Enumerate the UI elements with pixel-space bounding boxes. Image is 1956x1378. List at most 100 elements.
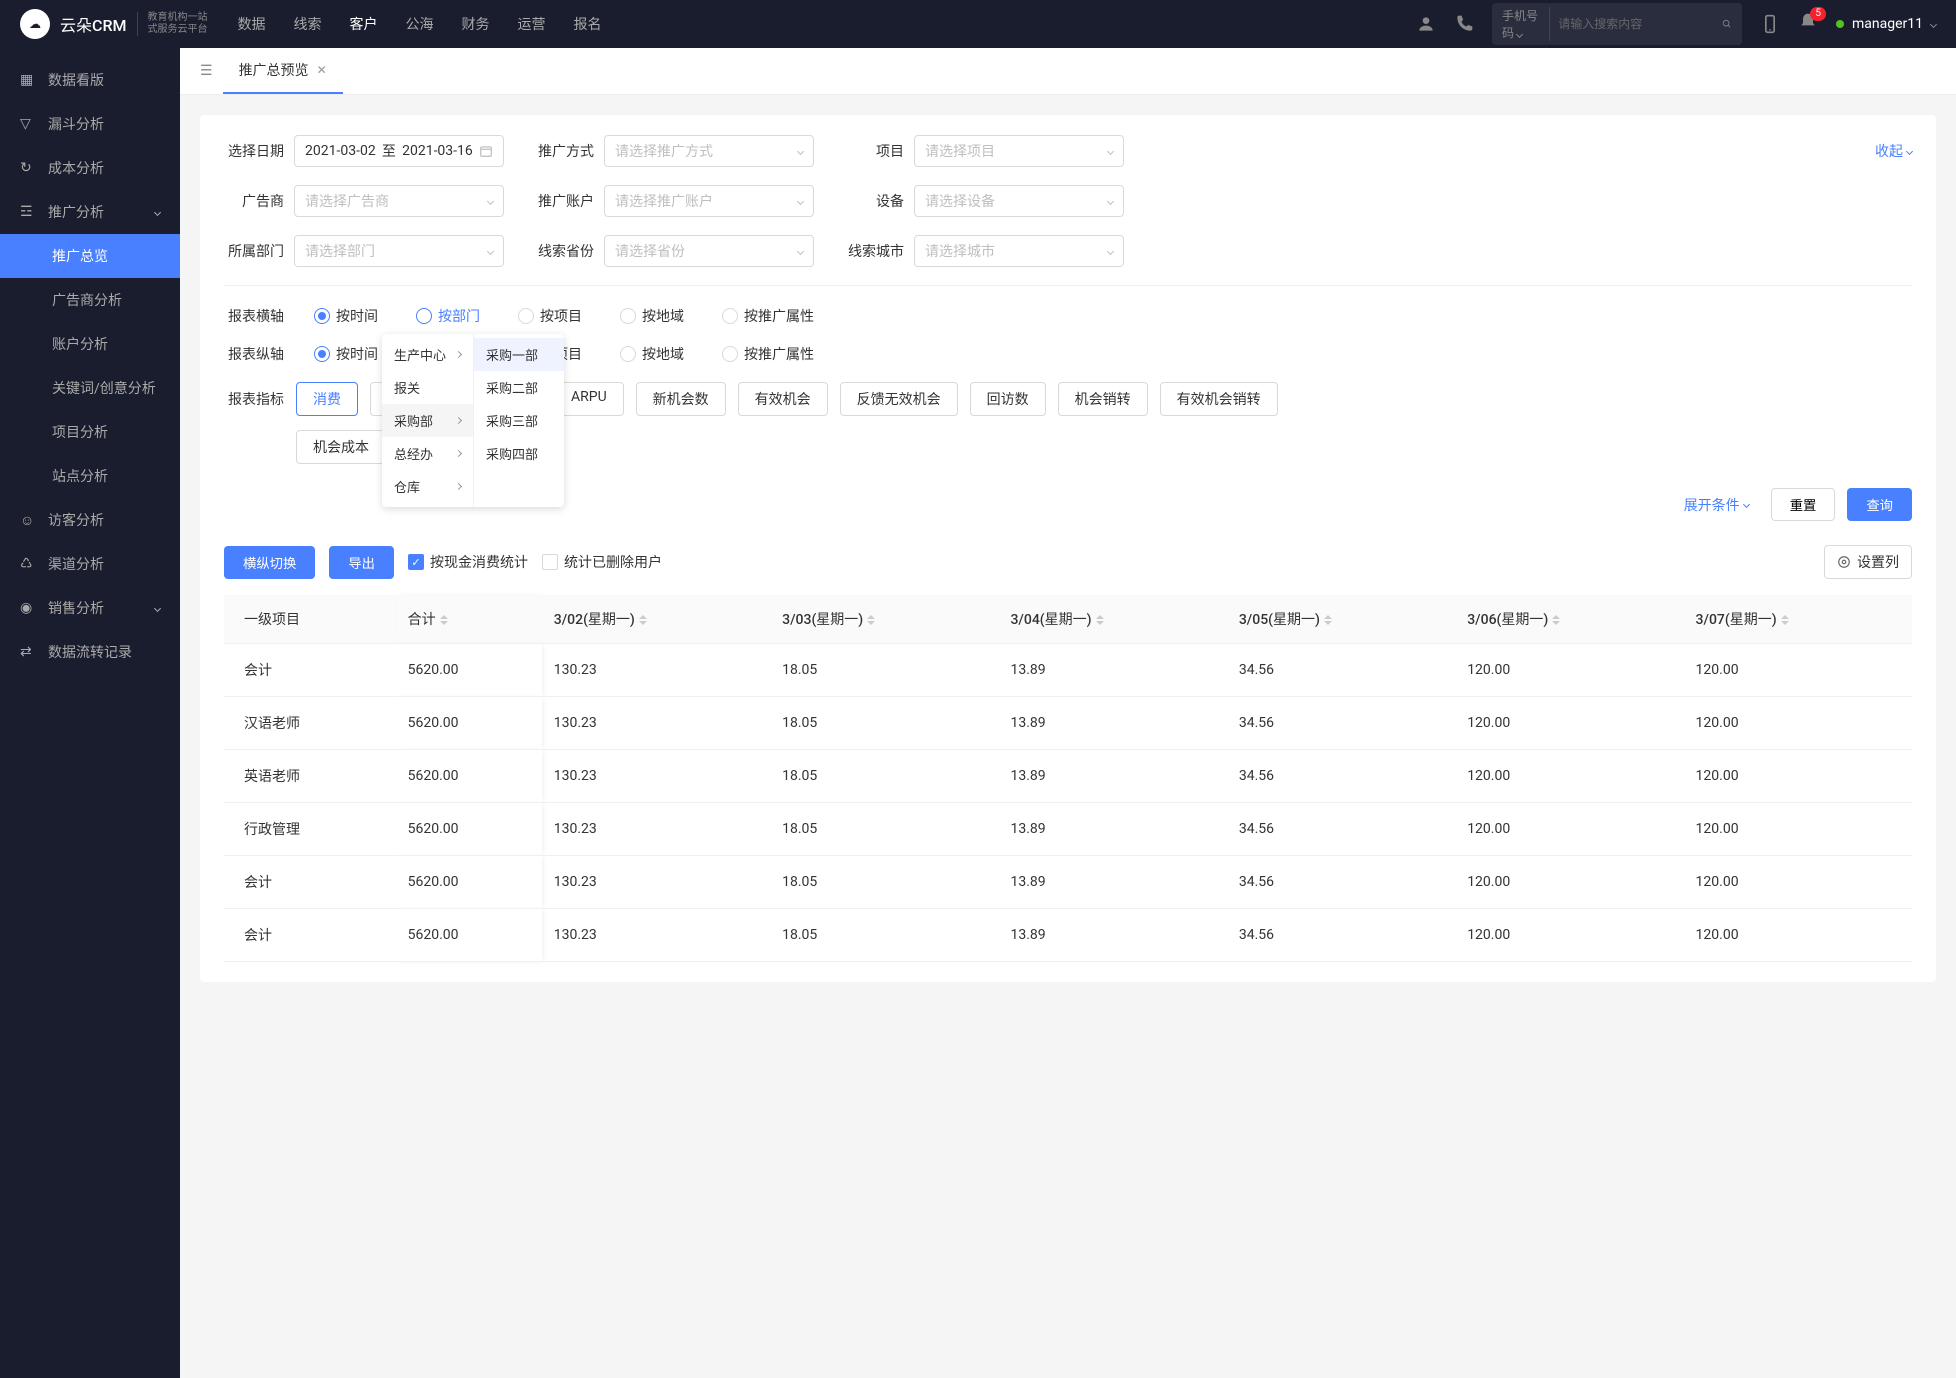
radio-horiz-radios-2[interactable]: 按项目: [518, 306, 582, 326]
dropdown-item[interactable]: 采购二部: [474, 371, 564, 404]
table-header[interactable]: 一级项目: [224, 595, 396, 644]
gear-icon: [1837, 555, 1851, 569]
dropdown-item[interactable]: 总经办: [382, 437, 473, 470]
province-label: 线索省份: [534, 241, 594, 261]
sidebar-sub-3-0[interactable]: 推广总览: [0, 234, 180, 278]
reset-button[interactable]: 重置: [1771, 488, 1836, 521]
metric-tag[interactable]: 有效机会: [738, 382, 828, 416]
table-row: 行政管理5620.00130.2318.0513.8934.56120.0012…: [224, 803, 1912, 856]
radio-horiz-radios-4[interactable]: 按推广属性: [722, 306, 814, 326]
phone-icon[interactable]: [1454, 14, 1474, 34]
table-cell: 130.23: [542, 803, 770, 856]
table-cell: 130.23: [542, 697, 770, 750]
metric-tag[interactable]: ARPU: [554, 382, 624, 416]
project-select[interactable]: 请选择项目: [914, 135, 1124, 167]
dropdown-item[interactable]: 采购三部: [474, 404, 564, 437]
province-select[interactable]: 请选择省份: [604, 235, 814, 267]
sidebar-sub-3-4[interactable]: 项目分析: [0, 410, 180, 454]
dropdown-item[interactable]: 仓库: [382, 470, 473, 503]
table-header[interactable]: 3/04(星期一): [998, 595, 1226, 644]
search-icon[interactable]: [1722, 17, 1732, 31]
metric-tag[interactable]: 回访数: [970, 382, 1046, 416]
dropdown-item[interactable]: 采购一部: [474, 338, 564, 371]
cash-stat-checkbox[interactable]: ✓ 按现金消费统计: [408, 552, 528, 572]
sidebar-item-3[interactable]: ☲推广分析: [0, 190, 180, 234]
sidebar-sub-3-5[interactable]: 站点分析: [0, 454, 180, 498]
user-menu[interactable]: manager11: [1836, 16, 1936, 32]
mobile-icon[interactable]: [1760, 14, 1780, 34]
chevron-right-icon: [455, 417, 462, 424]
radio-vert-radios-0[interactable]: 按时间: [314, 344, 378, 364]
radio-horiz-radios-0[interactable]: 按时间: [314, 306, 378, 326]
logo: ☁ 云朵CRM 教育机构一站 式服务云平台: [20, 9, 208, 39]
chevron-down-icon: [797, 147, 804, 154]
deleted-stat-checkbox[interactable]: 统计已删除用户: [542, 552, 662, 572]
radio-horiz-radios-3[interactable]: 按地域: [620, 306, 684, 326]
dropdown-item[interactable]: 生产中心: [382, 338, 473, 371]
dropdown-item[interactable]: 采购部: [382, 404, 473, 437]
radio-icon: [314, 308, 330, 324]
metric-tag[interactable]: 机会销转: [1058, 382, 1148, 416]
table-header[interactable]: 3/05(星期一): [1227, 595, 1455, 644]
method-select[interactable]: 请选择推广方式: [604, 135, 814, 167]
table-cell: 34.56: [1227, 644, 1455, 697]
radio-horiz-radios-1[interactable]: 按部门: [416, 306, 480, 326]
sidebar-sub-3-2[interactable]: 账户分析: [0, 322, 180, 366]
sidebar-item-5[interactable]: ♺渠道分析: [0, 542, 180, 586]
table-header[interactable]: 合计: [396, 595, 542, 644]
city-select[interactable]: 请选择城市: [914, 235, 1124, 267]
query-button[interactable]: 查询: [1847, 488, 1912, 521]
account-select[interactable]: 请选择推广账户: [604, 185, 814, 217]
nav-item-2[interactable]: 客户: [350, 14, 378, 34]
export-button[interactable]: 导出: [329, 546, 394, 579]
dept-select[interactable]: 请选择部门: [294, 235, 504, 267]
radio-vert-radios-4[interactable]: 按推广属性: [722, 344, 814, 364]
radio-vert-radios-3[interactable]: 按地域: [620, 344, 684, 364]
sidebar-toggle[interactable]: ☰: [190, 53, 223, 89]
table-cell: 行政管理: [224, 803, 396, 856]
sidebar-item-7[interactable]: ⇄数据流转记录: [0, 630, 180, 674]
sidebar-sub-3-3[interactable]: 关键词/创意分析: [0, 366, 180, 410]
dropdown-item[interactable]: 报关: [382, 371, 473, 404]
notification-badge[interactable]: 5: [1798, 12, 1818, 36]
sort-icon: [440, 615, 448, 625]
metric-tag[interactable]: 有效机会销转: [1160, 382, 1278, 416]
promo-icon: ☲: [20, 204, 36, 220]
advertiser-select[interactable]: 请选择广告商: [294, 185, 504, 217]
sidebar-sub-3-1[interactable]: 广告商分析: [0, 278, 180, 322]
sidebar-item-2[interactable]: ↻成本分析: [0, 146, 180, 190]
nav-item-3[interactable]: 公海: [406, 14, 434, 34]
nav-item-1[interactable]: 线索: [294, 14, 322, 34]
metric-tag[interactable]: 机会成本: [296, 430, 386, 464]
metric-tag[interactable]: 反馈无效机会: [840, 382, 958, 416]
dropdown-item[interactable]: 采购四部: [474, 437, 564, 470]
table-header[interactable]: 3/07(星期一): [1684, 595, 1912, 644]
nav-item-5[interactable]: 运营: [518, 14, 546, 34]
sidebar-item-0[interactable]: ▦数据看版: [0, 58, 180, 102]
column-settings-button[interactable]: 设置列: [1824, 545, 1912, 579]
sidebar-item-4[interactable]: ☺访客分析: [0, 498, 180, 542]
sidebar: ▦数据看版▽漏斗分析↻成本分析☲推广分析推广总览广告商分析账户分析关键词/创意分…: [0, 48, 180, 1378]
sidebar-item-1[interactable]: ▽漏斗分析: [0, 102, 180, 146]
nav-item-6[interactable]: 报名: [574, 14, 602, 34]
user-icon[interactable]: [1416, 14, 1436, 34]
table-header[interactable]: 3/02(星期一): [542, 595, 770, 644]
table-header[interactable]: 3/03(星期一): [770, 595, 998, 644]
metric-tag[interactable]: 消费: [296, 382, 358, 416]
sort-icon: [1552, 615, 1560, 625]
collapse-link[interactable]: 收起: [1875, 141, 1912, 161]
date-range-input[interactable]: 2021-03-02 至 2021-03-16: [294, 135, 504, 167]
nav-item-0[interactable]: 数据: [238, 14, 266, 34]
nav-item-4[interactable]: 财务: [462, 14, 490, 34]
search-type[interactable]: 手机号码: [1502, 7, 1550, 41]
device-select[interactable]: 请选择设备: [914, 185, 1124, 217]
search-input[interactable]: [1550, 15, 1722, 33]
tab-overview[interactable]: 推广总预览 ✕: [223, 48, 343, 94]
expand-conditions-link[interactable]: 展开条件: [1684, 495, 1749, 515]
table-cell: 18.05: [770, 750, 998, 803]
metric-tag[interactable]: 新机会数: [636, 382, 726, 416]
sidebar-item-6[interactable]: ◉销售分析: [0, 586, 180, 630]
switch-button[interactable]: 横纵切换: [224, 546, 315, 579]
table-header[interactable]: 3/06(星期一): [1455, 595, 1683, 644]
close-icon[interactable]: ✕: [317, 63, 327, 77]
